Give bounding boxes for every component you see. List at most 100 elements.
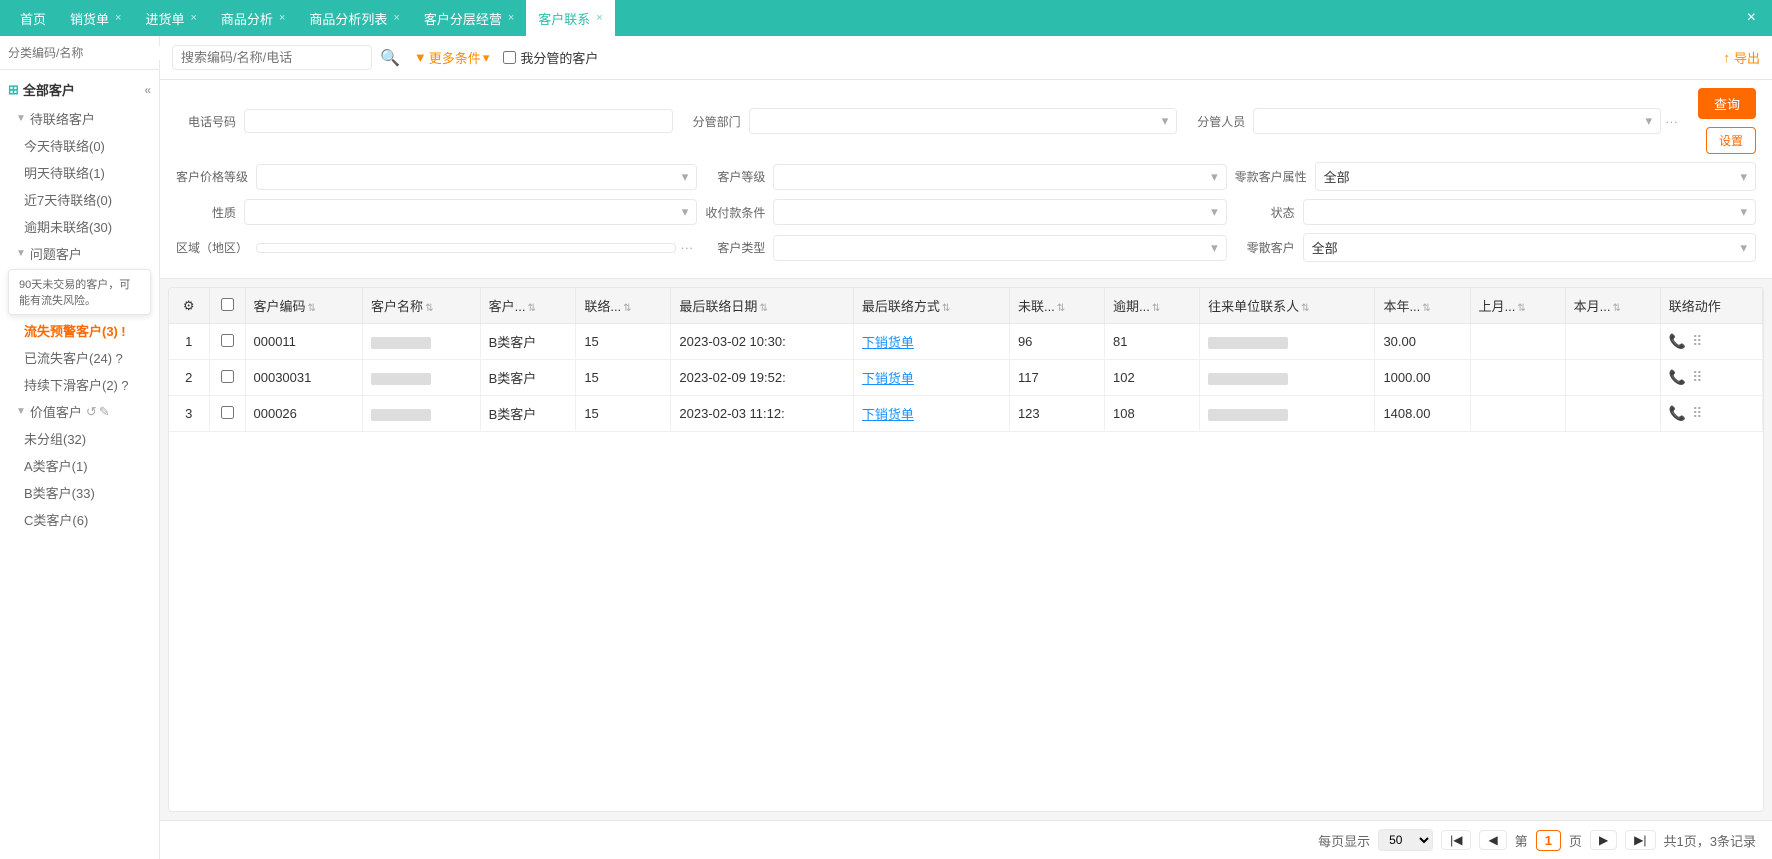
row1-type: B类客户 — [480, 324, 576, 360]
sidebar-group-problem[interactable]: ▼ 问题客户 — [0, 240, 159, 267]
close-customer-segment-icon[interactable]: × — [508, 12, 514, 24]
first-page-button[interactable]: |◀ — [1441, 830, 1471, 850]
row3-more-icon[interactable]: ⠿ — [1692, 405, 1702, 422]
table-col-name: 客户名称⇅ — [363, 288, 481, 324]
status-chevron-icon: ▾ — [1740, 204, 1747, 220]
sort-type-icon[interactable]: ⇅ — [527, 303, 535, 314]
next-page-button[interactable]: ▶ — [1590, 830, 1617, 850]
my-customers-checkbox[interactable] — [503, 51, 516, 64]
row2-method-link[interactable]: 下销货单 — [862, 371, 914, 386]
region-more-icon[interactable]: ··· — [676, 240, 697, 255]
row1-more-icon[interactable]: ⠿ — [1692, 333, 1702, 350]
sort-lastmethod-icon[interactable]: ⇅ — [942, 303, 950, 314]
sort-contact2-icon[interactable]: ⇅ — [1301, 303, 1309, 314]
expand-arrow-icon: ▼ — [16, 113, 26, 124]
last-page-button[interactable]: ▶| — [1625, 830, 1655, 850]
nav-customer-contact[interactable]: 客户联系 × — [526, 0, 614, 36]
table-settings-col-header[interactable]: ⚙ — [169, 288, 209, 324]
sort-overdue-icon[interactable]: ⇅ — [1152, 303, 1160, 314]
row3-checkbox[interactable] — [209, 396, 245, 432]
more-conditions-button[interactable]: ▼ 更多条件 ▾ — [408, 44, 495, 71]
row2-checkbox[interactable] — [209, 360, 245, 396]
retail-attr-select[interactable]: 全部 ▾ — [1315, 162, 1756, 191]
row2-contact: 15 — [576, 360, 671, 396]
main-search-button[interactable]: 🔍 — [380, 48, 400, 68]
row1-method-link[interactable]: 下销货单 — [862, 335, 914, 350]
nav-purchase-order[interactable]: 进货单 × — [133, 0, 208, 36]
sort-code-icon[interactable]: ⇅ — [308, 303, 316, 314]
sidebar-item-churned[interactable]: 已流失客户(24) ? — [0, 344, 159, 371]
close-purchase-order-icon[interactable]: × — [190, 12, 196, 24]
sort-name-icon[interactable]: ⇅ — [425, 303, 433, 314]
nav-product-analysis[interactable]: 商品分析 × — [209, 0, 297, 36]
sidebar: 🔍 ⊞ 全部客户 « ▼ 待联络客户 今天待联络(0) 明天待联络(1) 近7天… — [0, 36, 160, 859]
close-product-analysis-icon[interactable]: × — [279, 12, 285, 24]
row2-name — [363, 360, 481, 396]
edit-icon[interactable]: ✎ — [99, 404, 110, 420]
manager-more-icon[interactable]: ··· — [1661, 114, 1682, 129]
sort-uncontacted-icon[interactable]: ⇅ — [1057, 303, 1065, 314]
price-level-select[interactable]: ▾ — [256, 164, 697, 190]
row1-call-icon[interactable]: 📞 — [1669, 333, 1686, 350]
nav-product-analysis-list[interactable]: 商品分析列表 × — [297, 0, 411, 36]
close-sales-order-icon[interactable]: × — [115, 12, 121, 24]
sidebar-item-overdue-contact[interactable]: 逾期未联络(30) — [0, 213, 159, 240]
sidebar-group-pending[interactable]: ▼ 待联络客户 — [0, 105, 159, 132]
sidebar-collapse-btn[interactable]: « — [144, 83, 151, 97]
page-size-select[interactable]: 50 100 200 — [1378, 829, 1433, 851]
query-button[interactable]: 查询 — [1698, 88, 1756, 119]
sort-thismonth-icon[interactable]: ⇅ — [1612, 303, 1620, 314]
row3-call-icon[interactable]: 📞 — [1669, 405, 1686, 422]
table-check-col-header[interactable] — [209, 288, 245, 324]
refresh-icon[interactable]: ↺ — [86, 404, 97, 420]
row1-this-month — [1565, 324, 1660, 360]
sidebar-all-customers[interactable]: ⊞ 全部客户 « — [0, 74, 159, 105]
row2-call-icon[interactable]: 📞 — [1669, 369, 1686, 386]
sidebar-search-input[interactable] — [8, 46, 163, 60]
region-select[interactable] — [256, 243, 676, 253]
sidebar-item-churn-warning[interactable]: 流失预警客户(3) ! — [0, 317, 159, 344]
sidebar-item-class-a[interactable]: A类客户(1) — [0, 452, 159, 479]
my-customers-checkbox-label[interactable]: 我分管的客户 — [503, 48, 598, 67]
retail-customer-select[interactable]: 全部 ▾ — [1303, 233, 1756, 262]
department-select[interactable]: ▾ — [749, 108, 1178, 134]
row1-checkbox[interactable] — [209, 324, 245, 360]
row3-method-link[interactable]: 下销货单 — [862, 407, 914, 422]
sort-thisyear-icon[interactable]: ⇅ — [1422, 303, 1430, 314]
filter-bar: 🔍 ▼ 更多条件 ▾ 我分管的客户 ↑ 导出 — [160, 36, 1772, 80]
nav-sales-order[interactable]: 销货单 × — [58, 0, 133, 36]
sidebar-group-value[interactable]: ▼ 价值客户 ↺ ✎ — [0, 398, 159, 425]
table-col-uncontacted: 未联...⇅ — [1009, 288, 1104, 324]
settings-button[interactable]: 设置 — [1706, 127, 1756, 154]
customer-level-select[interactable]: ▾ — [773, 164, 1226, 190]
sort-lastdate-icon[interactable]: ⇅ — [759, 303, 767, 314]
select-all-checkbox[interactable] — [221, 298, 234, 311]
nav-customer-segment[interactable]: 客户分层经营 × — [412, 0, 526, 36]
customer-type-select[interactable]: ▾ — [773, 235, 1226, 261]
sidebar-item-class-c[interactable]: C类客户(6) — [0, 506, 159, 533]
sidebar-item-class-b[interactable]: B类客户(33) — [0, 479, 159, 506]
export-button[interactable]: ↑ 导出 — [1723, 48, 1760, 67]
sort-contact-icon[interactable]: ⇅ — [623, 303, 631, 314]
main-search-input[interactable] — [172, 45, 372, 70]
sidebar-item-tomorrow-pending[interactable]: 明天待联络(1) — [0, 159, 159, 186]
manager-select[interactable]: ▾ — [1253, 108, 1661, 134]
row1-index: 1 — [169, 324, 209, 360]
close-all-button[interactable]: × — [1739, 9, 1764, 27]
nav-home[interactable]: 首页 — [8, 0, 58, 36]
row2-more-icon[interactable]: ⠿ — [1692, 369, 1702, 386]
status-select[interactable]: ▾ — [1303, 199, 1756, 225]
nature-select[interactable]: ▾ — [244, 199, 697, 225]
sidebar-item-week-pending[interactable]: 近7天待联络(0) — [0, 186, 159, 213]
sidebar-item-unclassified[interactable]: 未分组(32) — [0, 425, 159, 452]
filter-department: 分管部门 ▾ — [681, 108, 1178, 134]
prev-page-button[interactable]: ◀ — [1479, 830, 1506, 850]
sidebar-item-today-pending[interactable]: 今天待联络(0) — [0, 132, 159, 159]
payment-select[interactable]: ▾ — [773, 199, 1226, 225]
filter-icon: ▼ — [414, 50, 427, 65]
close-customer-contact-icon[interactable]: × — [596, 12, 602, 24]
sort-lastmonth-icon[interactable]: ⇅ — [1517, 303, 1525, 314]
phone-input[interactable] — [244, 109, 673, 133]
close-product-analysis-list-icon[interactable]: × — [393, 12, 399, 24]
sidebar-item-declining[interactable]: 持续下滑客户(2) ? — [0, 371, 159, 398]
